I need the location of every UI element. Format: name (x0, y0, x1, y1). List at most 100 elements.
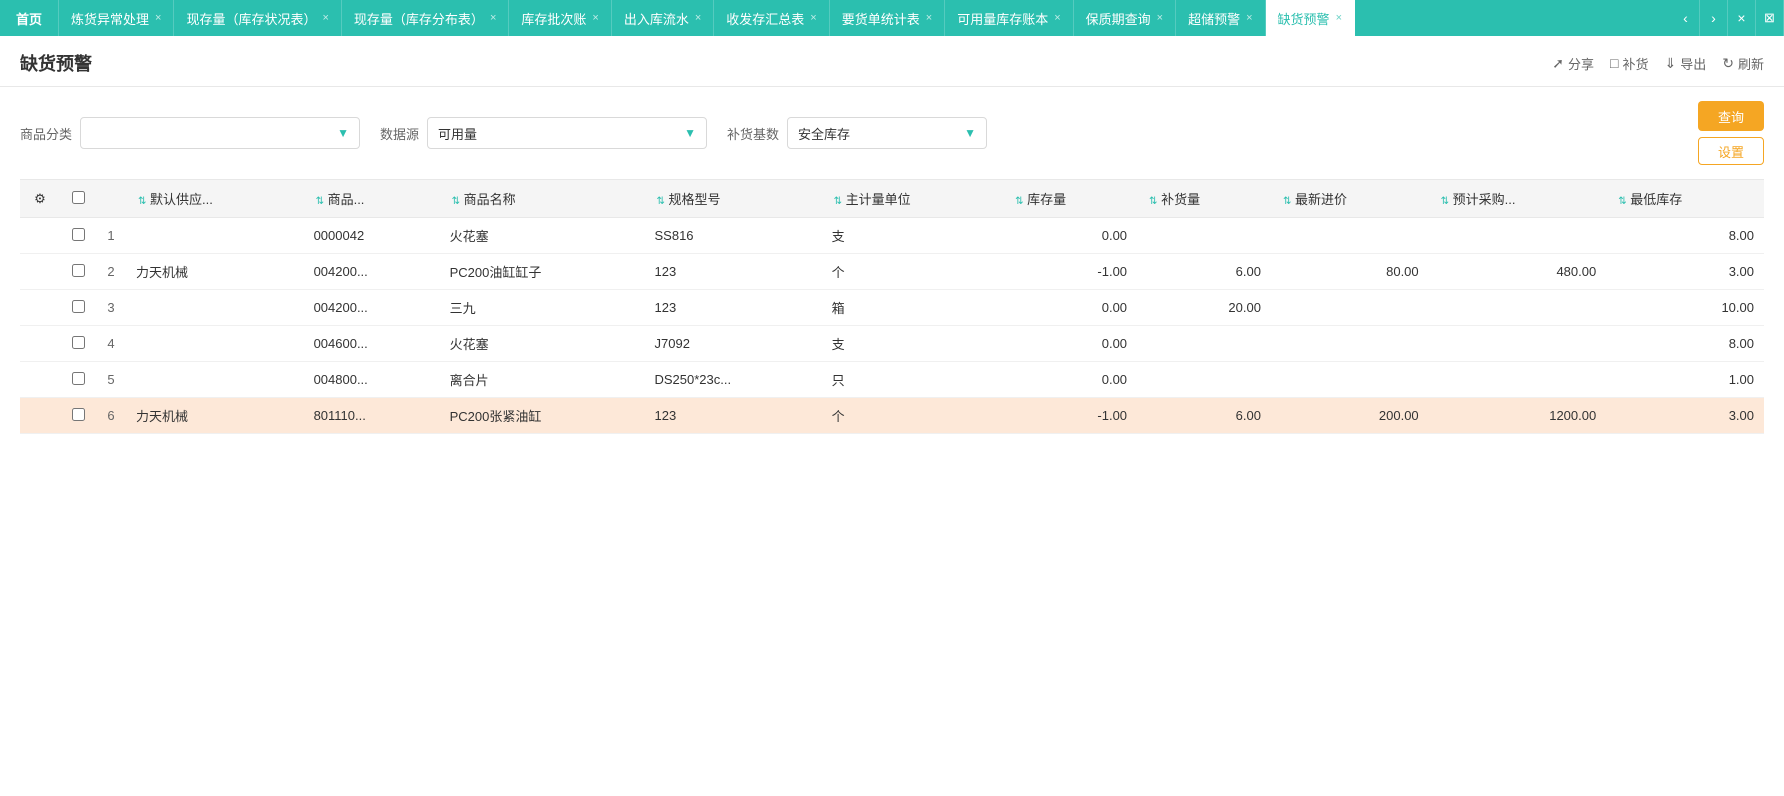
row-inventory: 0.00 (1003, 290, 1137, 326)
row-product-name: 火花塞 (440, 218, 645, 254)
sort-icon[interactable]: ⇅ (452, 196, 460, 207)
row-latest-price: 200.00 (1271, 398, 1429, 434)
close-icon[interactable]: × (155, 12, 161, 24)
datasource-select[interactable]: 可用量 ▼ (427, 117, 707, 149)
tab-close-button[interactable]: × (1728, 0, 1756, 36)
row-spec: J7092 (645, 326, 822, 362)
row-checkbox[interactable] (72, 228, 85, 241)
column-gear[interactable]: ⚙ (20, 180, 60, 218)
tab-receive-summary[interactable]: 收发存汇总表 × (714, 0, 829, 36)
row-checkbox[interactable] (72, 264, 85, 277)
close-icon[interactable]: × (810, 12, 816, 24)
tab-demand-stats[interactable]: 要货单统计表 × (830, 0, 945, 36)
row-checkbox[interactable] (72, 336, 85, 349)
tab-overstock-warning[interactable]: 超储预警 × (1176, 0, 1265, 36)
tab-close-all-button[interactable]: ⊠ (1756, 0, 1784, 36)
row-unit: 个 (822, 398, 1004, 434)
row-inventory: 0.00 (1003, 362, 1137, 398)
gear-icon[interactable]: ⚙ (34, 191, 46, 206)
row-unit: 支 (822, 326, 1004, 362)
settings-button[interactable]: 设置 (1698, 137, 1764, 165)
row-number: 2 (96, 254, 126, 290)
row-estimated-purchase (1429, 218, 1607, 254)
close-icon[interactable]: × (926, 12, 932, 24)
row-spec: DS250*23c... (645, 362, 822, 398)
row-checkbox-cell[interactable] (60, 398, 96, 434)
category-select[interactable]: ▼ (80, 117, 360, 149)
replenish-button[interactable]: □ 补货 (1610, 54, 1648, 73)
tab-available-ledger[interactable]: 可用量库存账本 × (945, 0, 1073, 36)
row-replenish-qty (1137, 362, 1271, 398)
row-checkbox-cell[interactable] (60, 326, 96, 362)
tab-exception[interactable]: 炼货异常处理 × (59, 0, 174, 36)
row-number: 1 (96, 218, 126, 254)
table-row: 3 004200... 三九 123 箱 0.00 20.00 10.00 (20, 290, 1764, 326)
row-unit: 箱 (822, 290, 1004, 326)
refresh-button[interactable]: ↻ 刷新 (1722, 54, 1764, 73)
column-spec: ⇅ 规格型号 (645, 180, 822, 218)
tab-inventory-dist[interactable]: 现存量（库存分布表） × (342, 0, 509, 36)
row-checkbox-cell[interactable] (60, 362, 96, 398)
select-all-checkbox[interactable] (72, 191, 85, 204)
query-button[interactable]: 查询 (1698, 101, 1764, 131)
close-icon[interactable]: × (1246, 12, 1252, 24)
close-icon[interactable]: × (322, 12, 328, 24)
row-default-supplier: 力天机械 (126, 398, 304, 434)
tab-inventory-status[interactable]: 现存量（库存状况表） × (174, 0, 341, 36)
row-unit: 支 (822, 218, 1004, 254)
tab-expiry-query[interactable]: 保质期查询 × (1074, 0, 1176, 36)
tab-prev-button[interactable]: ‹ (1672, 0, 1700, 36)
column-checkbox[interactable] (60, 180, 96, 218)
close-icon[interactable]: × (592, 12, 598, 24)
close-icon[interactable]: × (1157, 12, 1163, 24)
table-row: 5 004800... 离合片 DS250*23c... 只 0.00 1.00 (20, 362, 1764, 398)
share-button[interactable]: ➚ 分享 (1552, 54, 1594, 73)
category-filter-group: 商品分类 ▼ (20, 117, 360, 149)
row-number: 3 (96, 290, 126, 326)
row-product-code: 0000042 (304, 218, 440, 254)
export-button[interactable]: ⇓ 导出 (1665, 54, 1707, 73)
row-gear-cell (20, 362, 60, 398)
tab-in-out-flow[interactable]: 出入库流水 × (612, 0, 714, 36)
close-icon[interactable]: × (1336, 12, 1342, 24)
sort-icon[interactable]: ⇅ (657, 196, 665, 207)
row-checkbox[interactable] (72, 372, 85, 385)
sort-icon[interactable]: ⇅ (1618, 196, 1626, 207)
row-default-supplier (126, 326, 304, 362)
row-unit: 个 (822, 254, 1004, 290)
sort-icon[interactable]: ⇅ (1283, 196, 1291, 207)
row-checkbox-cell[interactable] (60, 290, 96, 326)
sort-icon[interactable]: ⇅ (834, 196, 842, 207)
row-inventory: 0.00 (1003, 218, 1137, 254)
close-icon[interactable]: × (695, 12, 701, 24)
table-row: 4 004600... 火花塞 J7092 支 0.00 8.00 (20, 326, 1764, 362)
row-default-supplier (126, 290, 304, 326)
tab-batch-account[interactable]: 库存批次账 × (509, 0, 611, 36)
chevron-down-icon: ▼ (964, 126, 976, 140)
sort-icon[interactable]: ⇅ (316, 196, 324, 207)
row-gear-cell (20, 398, 60, 434)
row-checkbox-cell[interactable] (60, 218, 96, 254)
filter-row: 商品分类 ▼ 数据源 可用量 ▼ 补货基数 安全库存 ▼ 查询 设置 (0, 87, 1784, 179)
sort-icon[interactable]: ⇅ (1015, 196, 1023, 207)
table-row: 6 力天机械 801110... PC200张紧油缸 123 个 -1.00 6… (20, 398, 1764, 434)
replenish-base-select[interactable]: 安全库存 ▼ (787, 117, 987, 149)
row-replenish-qty (1137, 326, 1271, 362)
row-checkbox-cell[interactable] (60, 254, 96, 290)
sort-icon[interactable]: ⇅ (138, 196, 146, 207)
row-checkbox[interactable] (72, 300, 85, 313)
close-icon[interactable]: × (1054, 12, 1060, 24)
tab-bar: 首页 炼货异常处理 × 现存量（库存状况表） × 现存量（库存分布表） × 库存… (0, 0, 1784, 36)
row-product-name: PC200油缸缸子 (440, 254, 645, 290)
row-min-stock: 8.00 (1606, 218, 1764, 254)
tab-home[interactable]: 首页 (0, 0, 59, 36)
tab-next-button[interactable]: › (1700, 0, 1728, 36)
row-inventory: -1.00 (1003, 398, 1137, 434)
sort-icon[interactable]: ⇅ (1149, 196, 1157, 207)
close-icon[interactable]: × (490, 12, 496, 24)
replenish-icon: □ (1610, 55, 1618, 71)
row-checkbox[interactable] (72, 408, 85, 421)
sort-icon[interactable]: ⇅ (1441, 196, 1449, 207)
table-header-row: ⚙ ⇅ 默认供应... ⇅ 商品... ⇅ (20, 180, 1764, 218)
tab-shortage-warning[interactable]: 缺货预警 × (1266, 0, 1355, 36)
